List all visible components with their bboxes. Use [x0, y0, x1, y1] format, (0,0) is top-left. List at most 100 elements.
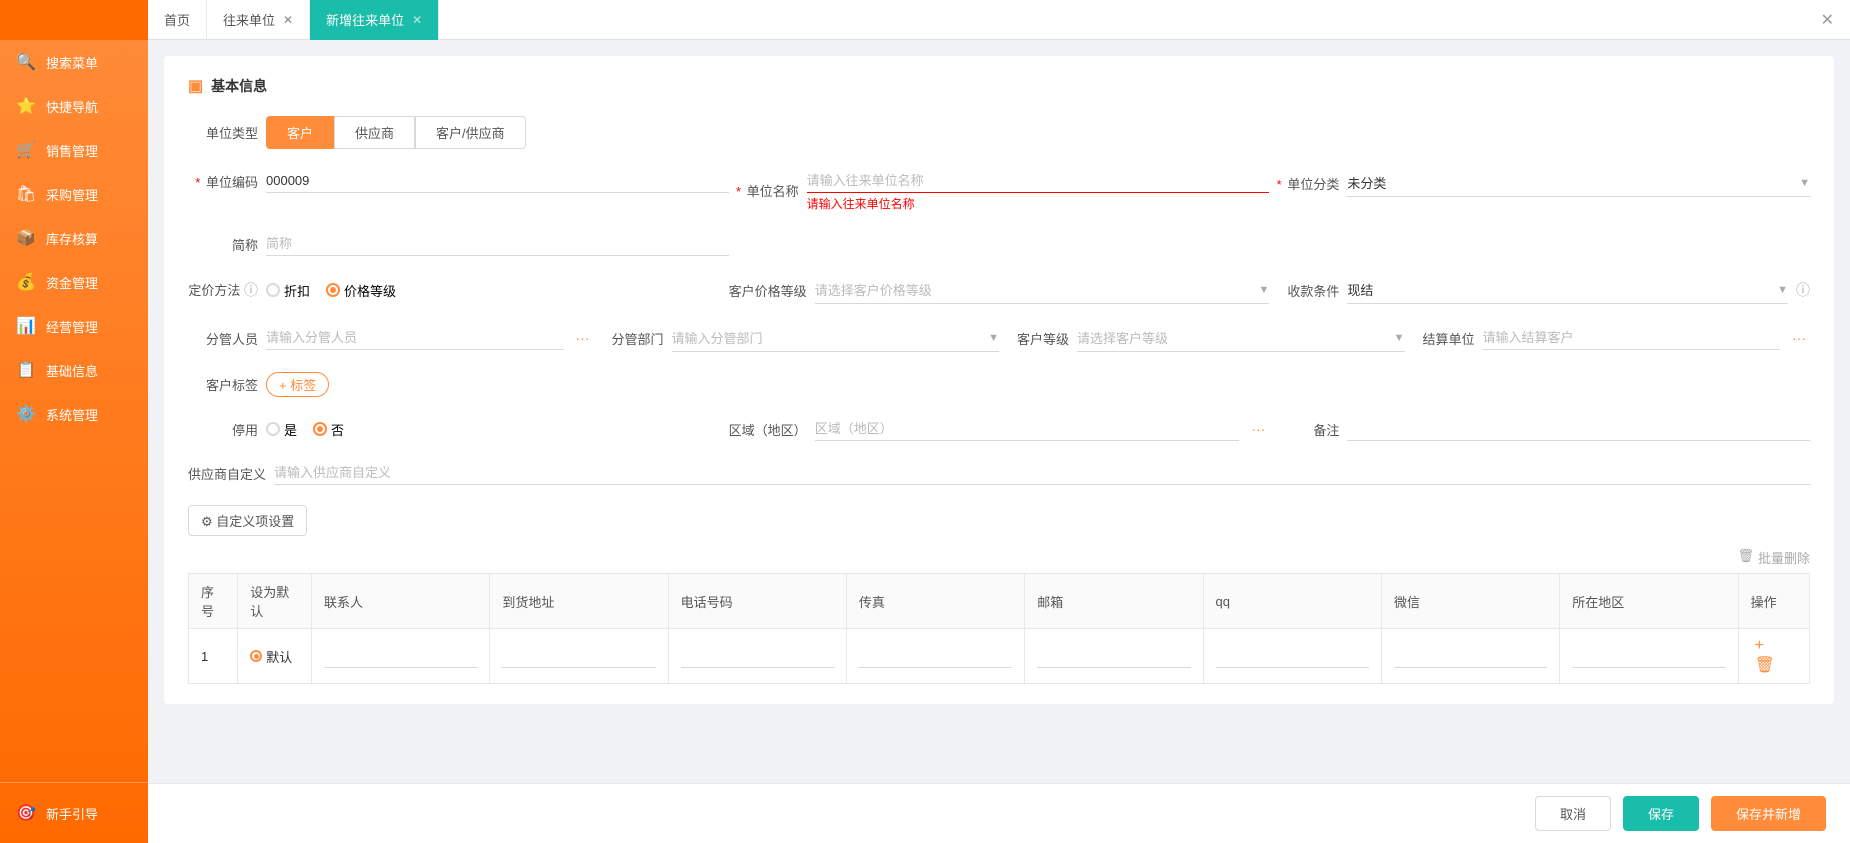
short-name-input[interactable]	[266, 232, 729, 256]
unit-type-supplier[interactable]: 供应商	[334, 116, 415, 149]
sidebar-item-sales[interactable]: 🛒 销售管理	[0, 128, 148, 172]
unit-type-customer[interactable]: 客户	[266, 116, 334, 149]
cell-email[interactable]	[1025, 629, 1203, 684]
pricing-level[interactable]: 价格等级	[326, 281, 396, 300]
cell-wechat[interactable]	[1382, 629, 1560, 684]
cell-address[interactable]	[490, 629, 668, 684]
email-input[interactable]	[1037, 644, 1190, 668]
cell-phone[interactable]	[668, 629, 846, 684]
payment-terms-field: 收款条件 现结 ▼ ⓘ	[1269, 276, 1810, 304]
operation-icon: 📊	[16, 316, 36, 336]
sidebar-item-finance[interactable]: 💰 资金管理	[0, 260, 148, 304]
department-select[interactable]: 请输入分管部门 ▼	[672, 324, 1000, 352]
delete-row-btn[interactable]: 🗑	[1751, 657, 1779, 674]
disable-label: 停用	[188, 420, 258, 439]
col-fax: 传真	[846, 574, 1024, 629]
tab-partner[interactable]: 往来单位 ✕	[207, 0, 310, 40]
col-qq: qq	[1203, 574, 1382, 629]
unit-code-input[interactable]	[266, 169, 729, 193]
disable-field: 停用 是 否	[188, 420, 729, 439]
tab-bar-close-all[interactable]: ✕	[1805, 10, 1850, 30]
sidebar-item-label: 基础信息	[46, 361, 98, 380]
pricing-discount-circle	[266, 283, 280, 297]
payment-terms-select[interactable]: 现结 ▼	[1347, 276, 1788, 304]
sidebar-item-operation[interactable]: 📊 经营管理	[0, 304, 148, 348]
cell-fax[interactable]	[846, 629, 1024, 684]
remark-input[interactable]	[1347, 417, 1810, 441]
unit-type-field: 单位类型 客户 供应商 客户/供应商	[188, 116, 1810, 149]
sidebar-item-inventory[interactable]: 📦 库存核算	[0, 216, 148, 260]
sidebar-item-basic[interactable]: 📋 基础信息	[0, 348, 148, 392]
region-more-btn[interactable]: ···	[1247, 421, 1269, 437]
sidebar-item-label: 系统管理	[46, 405, 98, 424]
customer-level-field: 客户等级 请选择客户等级 ▼	[999, 324, 1405, 352]
address-input[interactable]	[502, 644, 655, 668]
payment-help-icon[interactable]: ⓘ	[1796, 280, 1810, 300]
manager-field: 分管人员 ···	[188, 326, 594, 350]
price-level-arrow-icon: ▼	[1258, 284, 1269, 296]
unit-category-select[interactable]: 未分类 ▼	[1347, 169, 1810, 197]
unit-code-field: * 单位编码	[188, 169, 729, 193]
remark-label: 备注	[1269, 420, 1339, 439]
wechat-input[interactable]	[1394, 644, 1547, 668]
disable-yes-circle	[266, 422, 280, 436]
save-button[interactable]: 保存	[1623, 796, 1699, 831]
col-email: 邮箱	[1025, 574, 1203, 629]
settlement-more-btn[interactable]: ···	[1788, 330, 1810, 346]
region-input[interactable]	[815, 417, 1240, 441]
disable-yes[interactable]: 是	[266, 420, 297, 439]
pricing-row: 定价方法 ⓘ 折扣 价格等级	[188, 276, 1810, 304]
unit-name-wrapper: 请输入往来单位名称	[807, 169, 1270, 212]
tab-new-partner-close[interactable]: ✕	[412, 13, 422, 27]
customer-price-level-select[interactable]: 请选择客户价格等级 ▼	[815, 276, 1270, 304]
col-index: 序号	[189, 574, 238, 629]
sidebar-item-system[interactable]: ⚙️ 系统管理	[0, 392, 148, 436]
sidebar-item-label: 资金管理	[46, 273, 98, 292]
qq-input[interactable]	[1216, 644, 1370, 668]
save-new-button[interactable]: 保存并新增	[1711, 796, 1826, 831]
unit-name-input[interactable]	[807, 169, 1270, 193]
batch-delete-label[interactable]: 批量删除	[1758, 548, 1810, 567]
short-name-row: 简称	[188, 232, 1810, 256]
department-label: 分管部门	[594, 329, 664, 348]
table-header-row: 序号 设为默认 联系人 到货地址 电话号码 传真 邮箱 qq 微信 所在地区 操…	[189, 574, 1810, 629]
cell-region[interactable]	[1560, 629, 1738, 684]
sidebar-item-search[interactable]: 🔍 搜索菜单	[0, 40, 148, 84]
cell-qq[interactable]	[1203, 629, 1382, 684]
sidebar-item-guide[interactable]: 🎯 新手引导	[0, 791, 148, 835]
tab-new-partner[interactable]: 新增往来单位 ✕	[310, 0, 439, 40]
pricing-level-circle	[326, 283, 340, 297]
cell-contact[interactable]	[312, 629, 490, 684]
unit-name-error: 请输入往来单位名称	[807, 195, 1270, 212]
add-row-btn[interactable]: +	[1751, 637, 1768, 654]
row-default-radio[interactable]	[250, 650, 262, 662]
custom-settings-btn[interactable]: ⚙ 自定义项设置	[188, 505, 307, 536]
fax-input[interactable]	[859, 644, 1012, 668]
contact-input[interactable]	[324, 644, 477, 668]
disable-no[interactable]: 否	[313, 420, 344, 439]
table-region-input[interactable]	[1572, 644, 1725, 668]
region-label: 区域（地区）	[729, 420, 807, 439]
col-action: 操作	[1738, 574, 1809, 629]
sidebar-item-label: 搜索菜单	[46, 53, 98, 72]
customer-tag-field: 客户标签 + 标签	[188, 372, 1810, 397]
customer-level-select[interactable]: 请选择客户等级 ▼	[1077, 324, 1405, 352]
sidebar-item-quicknav[interactable]: ⭐ 快捷导航	[0, 84, 148, 128]
add-tag-btn[interactable]: + 标签	[266, 372, 329, 397]
manager-more-btn[interactable]: ···	[572, 330, 594, 346]
pricing-help-icon[interactable]: ⓘ	[244, 282, 258, 298]
cancel-button[interactable]: 取消	[1535, 796, 1611, 831]
settlement-unit-input[interactable]	[1483, 326, 1781, 350]
sidebar-item-purchase[interactable]: 🛍 采购管理	[0, 172, 148, 216]
tab-partner-close[interactable]: ✕	[283, 13, 293, 27]
unit-type-both[interactable]: 客户/供应商	[415, 116, 526, 149]
supplier-custom-input[interactable]	[274, 461, 1810, 485]
tab-home[interactable]: 首页	[148, 0, 207, 40]
col-address: 到货地址	[490, 574, 668, 629]
search-menu-icon: 🔍	[16, 52, 36, 72]
pricing-discount[interactable]: 折扣	[266, 281, 310, 300]
basic-icon: 📋	[16, 360, 36, 380]
customer-level-arrow-icon: ▼	[1394, 332, 1405, 344]
manager-input[interactable]	[266, 326, 564, 350]
phone-input[interactable]	[681, 644, 834, 668]
